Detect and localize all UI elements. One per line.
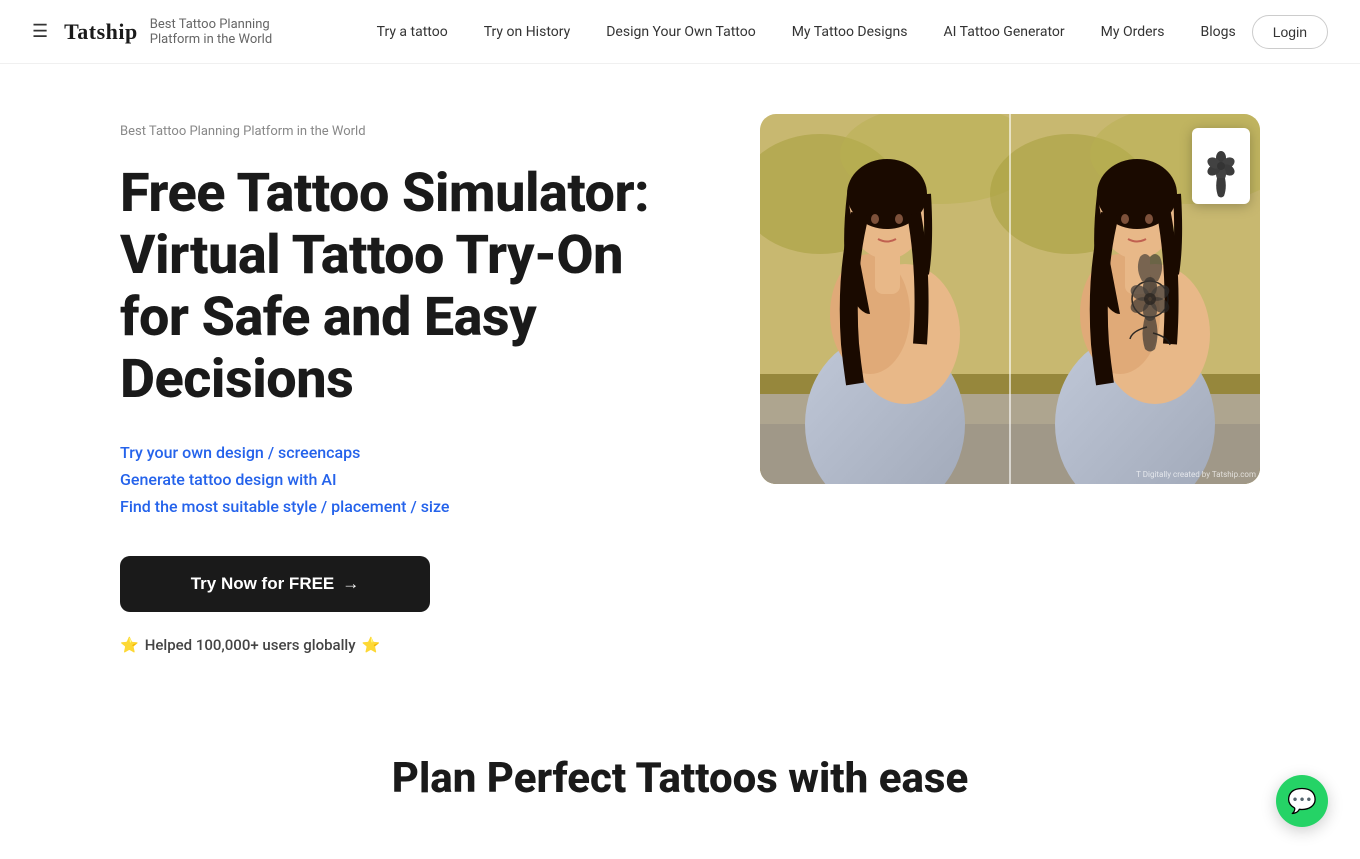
star-icon-left: ⭐ [120,636,139,654]
social-proof: ⭐ Helped 100,000+ users globally ⭐ [120,636,700,654]
nav-try-history[interactable]: Try on History [468,16,587,48]
logo[interactable]: Tatship Best Tattoo Planning Platform in… [64,17,320,47]
feature-item-2: Generate tattoo design with AI [120,470,700,489]
cta-label: Try Now for FREE [191,574,335,594]
star-icon-right: ⭐ [362,636,381,654]
breadcrumb: Best Tattoo Planning Platform in the Wor… [120,124,700,139]
hero-image-svg: T Digitally created by Tatship.com [760,114,1260,484]
hero-left: Best Tattoo Planning Platform in the Wor… [120,104,700,654]
social-proof-text: Helped 100,000+ users globally [145,636,356,654]
menu-icon[interactable]: ☰ [32,21,48,42]
bottom-teaser-title: Plan Perfect Tattoos with ease [392,754,968,803]
nav-design-own[interactable]: Design Your Own Tattoo [590,16,771,48]
cta-button[interactable]: Try Now for FREE → [120,556,430,612]
chat-icon: 💬 [1287,787,1317,815]
login-button[interactable]: Login [1252,15,1328,49]
cta-arrow-icon: → [342,574,359,594]
nav-ai-generator[interactable]: AI Tattoo Generator [927,16,1080,48]
nav-my-orders[interactable]: My Orders [1085,16,1181,48]
bottom-teaser: Plan Perfect Tattoos with ease [0,714,1360,823]
feature-item-1: Try your own design / screencaps [120,443,700,462]
header: ☰ Tatship Best Tattoo Planning Platform … [0,0,1360,64]
logo-text: Tatship [64,19,138,45]
nav-try-tattoo[interactable]: Try a tattoo [361,16,464,48]
main-content: Best Tattoo Planning Platform in the Wor… [0,64,1360,714]
chat-widget[interactable]: 💬 [1276,775,1328,827]
logo-tagline: Best Tattoo Planning Platform in the Wor… [150,17,321,47]
main-nav: Try a tattoo Try on History Design Your … [361,16,1252,48]
hero-image-container: T Digitally created by Tatship.com [760,114,1260,484]
hero-right: T Digitally created by Tatship.com [760,104,1328,484]
feature-item-3: Find the most suitable style / placement… [120,497,700,516]
feature-list: Try your own design / screencaps Generat… [120,443,700,516]
hero-title: Free Tattoo Simulator: Virtual Tattoo Tr… [120,163,700,411]
header-actions: Login [1252,15,1328,49]
nav-blogs[interactable]: Blogs [1185,16,1252,48]
svg-text:T Digitally created by Tatshi: T Digitally created by Tatship.com [1136,470,1256,479]
nav-my-designs[interactable]: My Tattoo Designs [776,16,924,48]
